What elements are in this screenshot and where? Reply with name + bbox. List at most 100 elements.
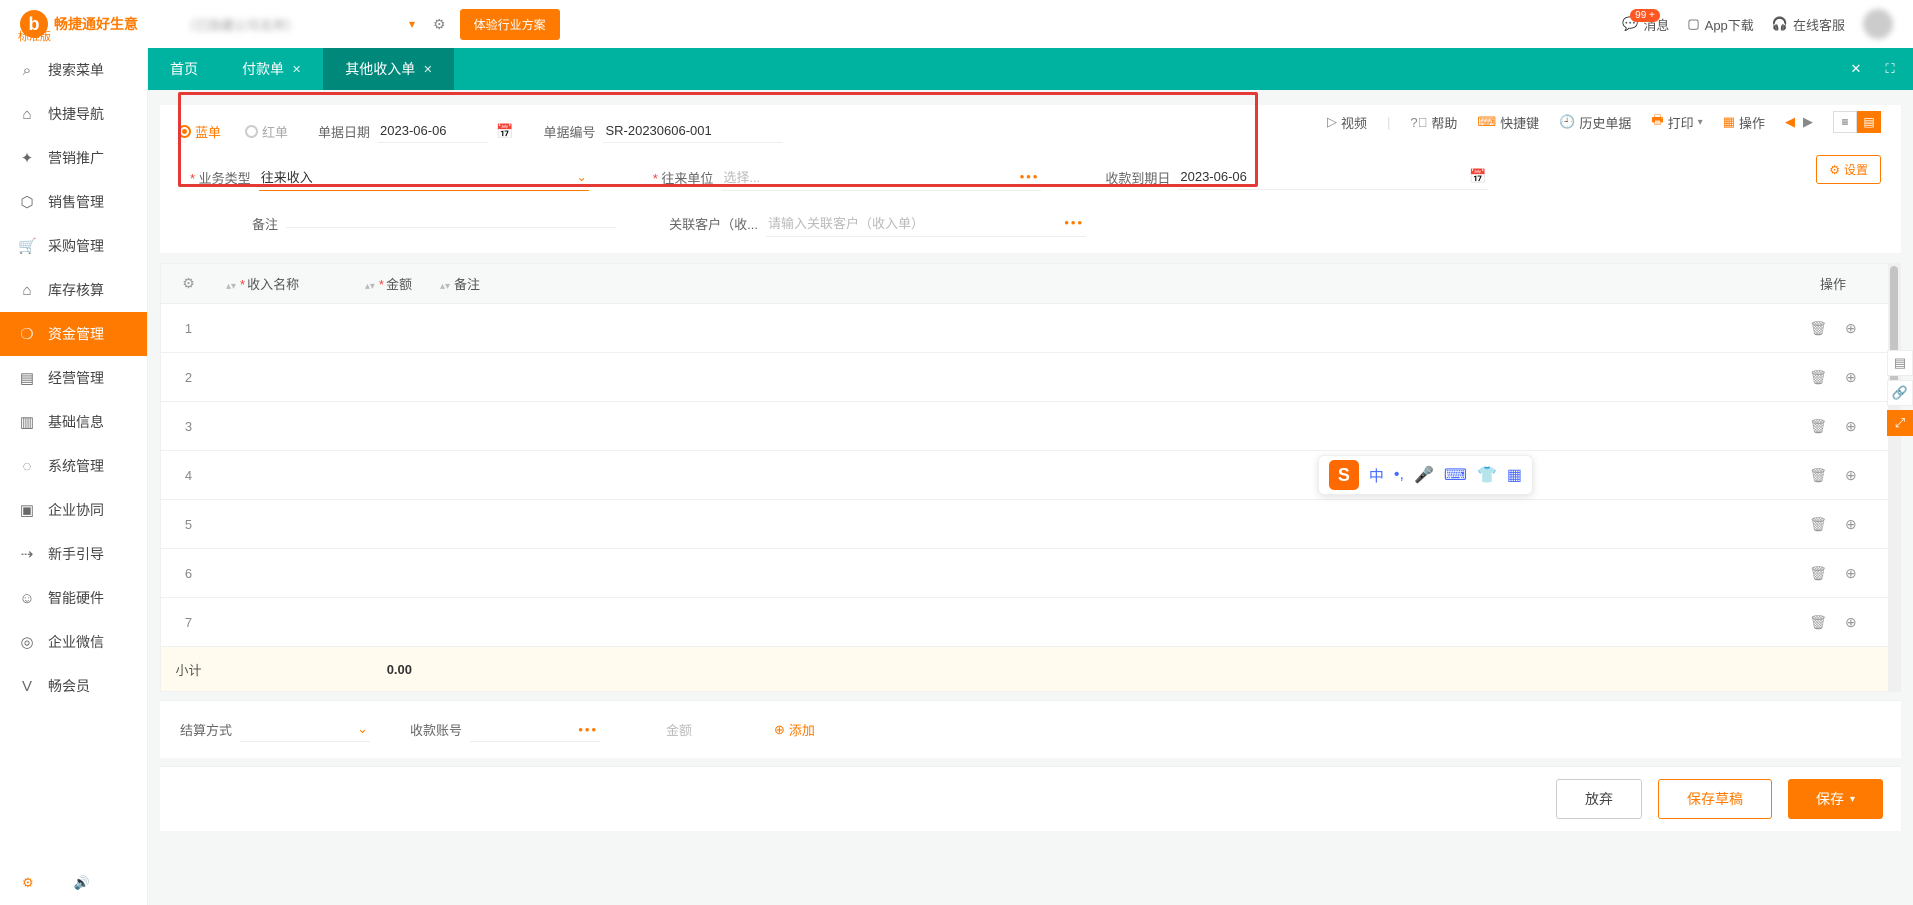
hotkey-button[interactable]: ⌨快捷键	[1477, 113, 1539, 132]
table-row[interactable]: 7🗑⊕	[161, 598, 1888, 647]
ime-keyboard-icon[interactable]: ⌨	[1444, 465, 1467, 485]
table-row[interactable]: 4🗑⊕	[161, 451, 1888, 500]
messages-button[interactable]: 💬 消息 99 +	[1622, 15, 1669, 34]
delete-row-icon[interactable]: 🗑	[1809, 467, 1827, 484]
add-row-icon[interactable]: ⊕	[1845, 565, 1857, 582]
history-button[interactable]: 🕘历史单据	[1559, 113, 1631, 132]
customer-service-button[interactable]: 🎧 在线客服	[1772, 15, 1845, 34]
ime-skin-icon[interactable]: 👕	[1477, 465, 1497, 485]
add-row-icon[interactable]: ⊕	[1845, 369, 1857, 386]
biz-type-select[interactable]: 往来收入⌄	[259, 163, 589, 191]
delete-row-icon[interactable]: 🗑	[1809, 516, 1827, 533]
link-icon[interactable]: 🔗	[1887, 380, 1913, 406]
memo-input[interactable]	[286, 219, 616, 228]
note-icon[interactable]: ▤	[1887, 350, 1913, 376]
sidebar-item-system[interactable]: ◌系统管理	[0, 444, 147, 488]
help-button[interactable]: ?⃝帮助	[1410, 113, 1457, 132]
sidebar-item-marketing[interactable]: ✦营销推广	[0, 136, 147, 180]
table-row[interactable]: 2🗑⊕	[161, 353, 1888, 402]
operations-button[interactable]: ▦操作	[1723, 113, 1765, 132]
expand-icon[interactable]: ⤢	[1887, 410, 1913, 436]
close-icon[interactable]: ✕	[423, 63, 432, 76]
save-button[interactable]: 保存▾	[1788, 779, 1883, 819]
tab-home[interactable]: 首页	[148, 48, 220, 90]
tab-other-income[interactable]: 其他收入单✕	[323, 48, 454, 90]
radio-blue[interactable]: 蓝单	[178, 122, 221, 141]
video-button[interactable]: ▷视频	[1327, 113, 1367, 132]
doc-date-value[interactable]: 2023-06-06	[378, 119, 488, 143]
add-row-icon[interactable]: ⊕	[1845, 516, 1857, 533]
settings-icon[interactable]: ⚙	[433, 16, 446, 33]
delete-row-icon[interactable]: 🗑	[1809, 565, 1827, 582]
more-icon[interactable]: •••	[1020, 169, 1040, 184]
calendar-icon[interactable]: 📅	[496, 123, 513, 140]
sparkle-icon: ✦	[18, 149, 36, 167]
add-row-icon[interactable]: ⊕	[1845, 418, 1857, 435]
delete-row-icon[interactable]: 🗑	[1809, 614, 1827, 631]
table-row[interactable]: 6🗑⊕	[161, 549, 1888, 598]
sidebar-item-finance[interactable]: ❍资金管理	[0, 312, 147, 356]
view-list-icon[interactable]: ≡	[1833, 111, 1857, 133]
sidebar-item-search[interactable]: ⌕搜索菜单	[0, 48, 147, 92]
party-select[interactable]: 选择...•••	[721, 163, 1041, 191]
sidebar-item-hardware[interactable]: ☺智能硬件	[0, 576, 147, 620]
sidebar-item-operation[interactable]: ▤经营管理	[0, 356, 147, 400]
sidebar-item-guide[interactable]: ⇢新手引导	[0, 532, 147, 576]
calendar-icon[interactable]: 📅	[1469, 168, 1486, 185]
add-settlement-button[interactable]: ⊕ 添加	[774, 720, 815, 739]
gear-icon[interactable]: ⚙	[22, 875, 34, 891]
ime-menu-icon[interactable]: ▦	[1507, 465, 1522, 485]
sidebar-item-basic[interactable]: ▥基础信息	[0, 400, 147, 444]
save-draft-button[interactable]: 保存草稿	[1658, 779, 1772, 819]
view-card-icon[interactable]: ▤	[1857, 111, 1881, 133]
company-switch-icon[interactable]: ▾	[409, 17, 415, 31]
add-row-icon[interactable]: ⊕	[1845, 614, 1857, 631]
col-name[interactable]: ▴▾*收入名称	[216, 274, 326, 293]
sidebar-item-quicknav[interactable]: ⌂快捷导航	[0, 92, 147, 136]
related-customer-input[interactable]: 请输入关联客户（收入单）•••	[766, 209, 1086, 237]
settle-amount-input[interactable]	[700, 726, 740, 734]
col-memo[interactable]: ▴▾备注	[426, 274, 1778, 293]
more-icon[interactable]: •••	[578, 722, 598, 737]
prev-icon[interactable]: ◀	[1785, 114, 1795, 130]
ime-punct-icon[interactable]: •,	[1394, 466, 1404, 484]
settle-account-select[interactable]: •••	[470, 718, 600, 742]
sidebar-item-collab[interactable]: ▣企业协同	[0, 488, 147, 532]
app-download-button[interactable]: ▢ App下载	[1687, 15, 1753, 34]
next-icon[interactable]: ▶	[1803, 114, 1813, 130]
delete-row-icon[interactable]: 🗑	[1809, 418, 1827, 435]
table-row[interactable]: 5🗑⊕	[161, 500, 1888, 549]
radio-red[interactable]: 红单	[245, 122, 288, 141]
sidebar-item-wechat[interactable]: ◎企业微信	[0, 620, 147, 664]
trial-button[interactable]: 体验行业方案	[460, 9, 560, 40]
sidebar-item-inventory[interactable]: ⌂库存核算	[0, 268, 147, 312]
settle-method-select[interactable]: ⌄	[240, 717, 370, 742]
more-icon[interactable]: •••	[1064, 215, 1084, 230]
fullscreen-icon[interactable]: ⛶	[1875, 54, 1905, 84]
speaker-icon[interactable]: 🔊	[74, 875, 90, 891]
table-row[interactable]: 1🗑⊕	[161, 304, 1888, 353]
ime-lang[interactable]: 中	[1369, 465, 1384, 486]
ime-toolbar[interactable]: S 中 •, 🎤 ⌨ 👕 ▦	[1318, 455, 1533, 495]
ime-mic-icon[interactable]: 🎤	[1414, 465, 1434, 485]
col-amount[interactable]: ▴▾*金额	[326, 274, 426, 293]
print-button[interactable]: 🖶打印▾	[1651, 111, 1702, 133]
delete-row-icon[interactable]: 🗑	[1809, 320, 1827, 337]
close-icon[interactable]: ✕	[292, 63, 301, 76]
due-date-input[interactable]: 2023-06-06📅	[1178, 164, 1488, 190]
discard-button[interactable]: 放弃	[1556, 779, 1642, 819]
table-row[interactable]: 3🗑⊕	[161, 402, 1888, 451]
settings-button[interactable]: ⚙ 设置	[1816, 155, 1881, 184]
sidebar-item-sales[interactable]: ⬡销售管理	[0, 180, 147, 224]
grid-config-icon[interactable]: ⚙	[161, 275, 216, 292]
add-row-icon[interactable]: ⊕	[1845, 320, 1857, 337]
tab-payment[interactable]: 付款单✕	[220, 48, 323, 90]
avatar[interactable]	[1863, 9, 1893, 39]
delete-row-icon[interactable]: 🗑	[1809, 369, 1827, 386]
sidebar-item-vip[interactable]: V畅会员	[0, 664, 147, 708]
doc-no-value[interactable]: SR-20230606-001	[603, 119, 783, 143]
sidebar-item-purchase[interactable]: 🛒采购管理	[0, 224, 147, 268]
close-tab-icon[interactable]: ✕	[1841, 54, 1871, 84]
add-row-icon[interactable]: ⊕	[1845, 467, 1857, 484]
vertical-scrollbar[interactable]	[1888, 264, 1900, 691]
